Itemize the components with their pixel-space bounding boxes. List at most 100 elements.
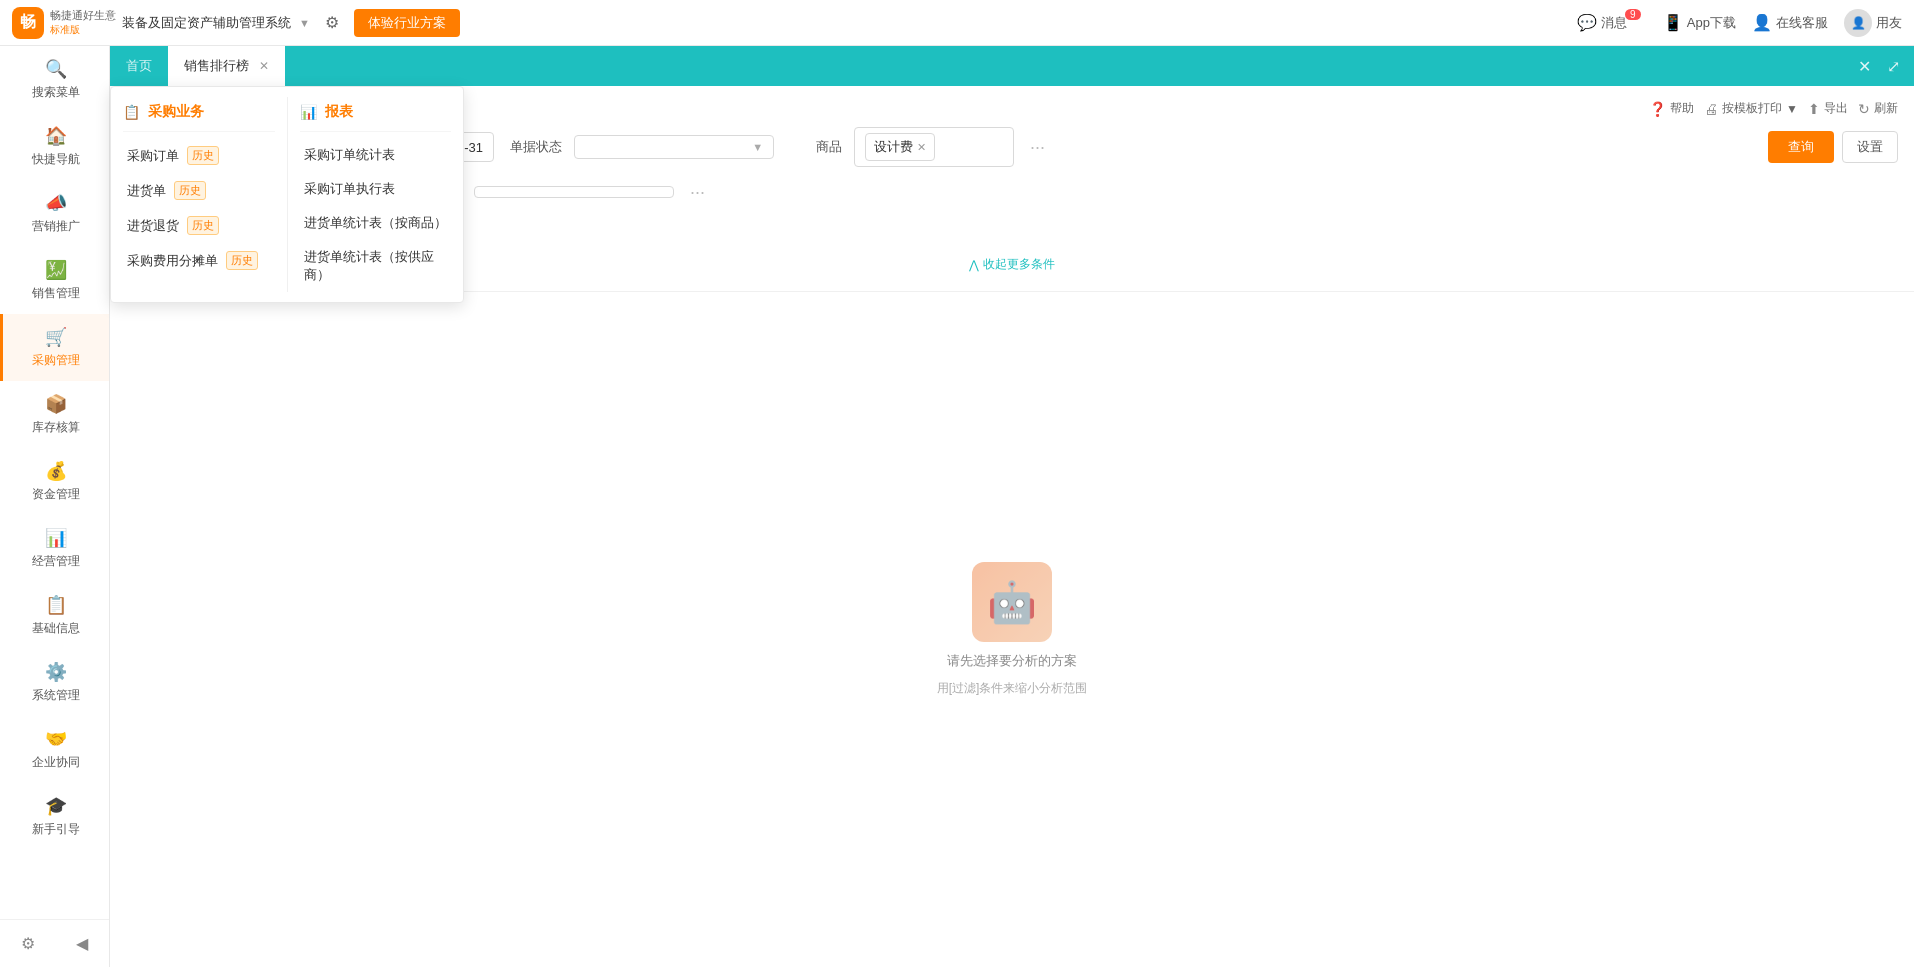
search-icon: 🔍 <box>45 58 67 80</box>
logo-badge: 标准版 <box>50 23 116 37</box>
purchase-expense-item[interactable]: 采购费用分摊单 历史 <box>123 243 275 278</box>
settings-btn[interactable]: ⚙ <box>13 930 43 957</box>
history-badge-0: 历史 <box>187 146 219 165</box>
status-dropdown-icon: ▼ <box>752 141 763 153</box>
purchase-inbound-label: 进货单 <box>127 182 166 200</box>
purchase-inbound-item[interactable]: 进货单 历史 <box>123 173 275 208</box>
print-icon: 🖨 <box>1704 101 1718 117</box>
purchase-business-icon: 📋 <box>123 104 140 120</box>
export-label: 导出 <box>1824 100 1848 117</box>
search-btn[interactable]: 查询 <box>1768 131 1834 163</box>
sys-dropdown-icon[interactable]: ▼ <box>299 17 310 29</box>
logo: 畅 畅捷通好生意 标准版 <box>12 7 122 39</box>
purchase-return-item[interactable]: 进货退货 历史 <box>123 208 275 243</box>
reports-title: 报表 <box>325 103 353 121</box>
tab-close-icon[interactable]: ✕ <box>259 59 269 73</box>
print-dropdown-icon[interactable]: ▼ <box>1786 102 1798 116</box>
reports-col: 📊 报表 采购订单统计表 采购订单执行表 进货单统计表（按商品） 进货单统计表（… <box>287 97 464 292</box>
sidebar-item-guide[interactable]: 🎓 新手引导 <box>0 783 109 850</box>
report-inbound-supplier-label: 进货单统计表（按供应商） <box>304 248 448 284</box>
logo-icon: 畅 <box>12 7 44 39</box>
topbar: 畅 畅捷通好生意 标准版 装备及固定资产辅助管理系统 ▼ ⚙ 体验行业方案 💬 … <box>0 0 1914 46</box>
tab-sales-rank-label: 销售排行榜 <box>184 57 249 75</box>
goods-filter-input[interactable]: 设计费 ✕ <box>854 127 1014 167</box>
marketing-icon: 📣 <box>45 192 67 214</box>
collapse-arrow-icon: ⋀ <box>969 258 979 272</box>
status-filter-input[interactable]: ▼ <box>574 135 774 159</box>
tab-home[interactable]: 首页 <box>110 46 168 86</box>
purchase-business-col: 📋 采购业务 采购订单 历史 进货单 历史 进货退货 历史 采购费用分摊单 历史 <box>111 97 287 292</box>
sidebar-item-system[interactable]: ⚙️ 系统管理 <box>0 649 109 716</box>
sidebar-item-quick-nav[interactable]: 🏠 快捷导航 <box>0 113 109 180</box>
system-icon: ⚙️ <box>45 661 67 683</box>
sidebar-item-label: 企业协同 <box>32 754 80 771</box>
reports-header: 📊 报表 <box>300 97 452 132</box>
print-label: 按模板打印 <box>1722 100 1782 117</box>
report-order-exec-item[interactable]: 采购订单执行表 <box>300 172 452 206</box>
sidebar-item-sales[interactable]: 💹 销售管理 <box>0 247 109 314</box>
tab-sales-rank[interactable]: 销售排行榜 ✕ <box>168 46 285 86</box>
app-download-label: App下载 <box>1687 14 1736 32</box>
settings-btn[interactable]: 设置 <box>1842 131 1898 163</box>
tab-close-action[interactable]: ✕ <box>1854 53 1875 80</box>
goods-tag-remove[interactable]: ✕ <box>917 141 926 154</box>
sidebar-item-label: 基础信息 <box>32 620 80 637</box>
sidebar-item-label: 经营管理 <box>32 553 80 570</box>
status-filter-label: 单据状态 <box>506 138 562 156</box>
refresh-btn[interactable]: ↻ 刷新 <box>1858 100 1898 117</box>
industry-btn[interactable]: 体验行业方案 <box>354 9 460 37</box>
sidebar-item-operation[interactable]: 📊 经营管理 <box>0 515 109 582</box>
sidebar-item-label: 新手引导 <box>32 821 80 838</box>
user-menu[interactable]: 👤 用友 <box>1844 9 1902 37</box>
collapse-label: 收起更多条件 <box>983 256 1055 273</box>
logo-text: 畅捷通好生意 <box>50 8 116 22</box>
tab-expand-action[interactable]: ⤢ <box>1883 53 1904 80</box>
avatar: 👤 <box>1844 9 1872 37</box>
purchase-order-label: 采购订单 <box>127 147 179 165</box>
help-btn[interactable]: ❓ 帮助 <box>1649 100 1694 117</box>
gear-icon[interactable]: ⚙ <box>318 9 346 37</box>
messages-btn[interactable]: 💬 消息 9 <box>1577 13 1647 32</box>
goods-tag-label: 设计费 <box>874 138 913 156</box>
salesman-more-dots[interactable]: ··· <box>690 182 705 203</box>
history-badge-3: 历史 <box>226 251 258 270</box>
messages-badge: 9 <box>1625 9 1641 20</box>
sidebar-item-label: 系统管理 <box>32 687 80 704</box>
export-icon: ⬆ <box>1808 101 1820 117</box>
enterprise-icon: 🤝 <box>45 728 67 750</box>
app-download-btn[interactable]: 📱 App下载 <box>1663 13 1736 32</box>
salesman-filter-input[interactable] <box>474 186 674 198</box>
sales-icon: 💹 <box>45 259 67 281</box>
sidebar-item-inventory[interactable]: 📦 库存核算 <box>0 381 109 448</box>
empty-robot-icon: 🤖 <box>972 562 1052 642</box>
goods-more-dots[interactable]: ··· <box>1030 137 1045 158</box>
guide-icon: 🎓 <box>45 795 67 817</box>
report-inbound-supplier-item[interactable]: 进货单统计表（按供应商） <box>300 240 452 292</box>
goods-filter-label: 商品 <box>786 138 842 156</box>
history-badge-1: 历史 <box>174 181 206 200</box>
sys-name[interactable]: 装备及固定资产辅助管理系统 <box>122 14 291 32</box>
purchase-return-label: 进货退货 <box>127 217 179 235</box>
home-icon: 🏠 <box>45 125 67 147</box>
sidebar-item-enterprise[interactable]: 🤝 企业协同 <box>0 716 109 783</box>
report-order-stat-item[interactable]: 采购订单统计表 <box>300 138 452 172</box>
history-badge-2: 历史 <box>187 216 219 235</box>
collapse-btn[interactable]: ◀ <box>68 930 96 957</box>
export-btn[interactable]: ⬆ 导出 <box>1808 100 1848 117</box>
report-inbound-goods-item[interactable]: 进货单统计表（按商品） <box>300 206 452 240</box>
sidebar-item-base[interactable]: 📋 基础信息 <box>0 582 109 649</box>
message-icon: 💬 <box>1577 13 1597 32</box>
topbar-right: 💬 消息 9 📱 App下载 👤 在线客服 👤 用友 <box>1577 9 1902 37</box>
purchase-order-item[interactable]: 采购订单 历史 <box>123 138 275 173</box>
online-service-btn[interactable]: 👤 在线客服 <box>1752 13 1828 32</box>
sidebar-item-marketing[interactable]: 📣 营销推广 <box>0 180 109 247</box>
base-icon: 📋 <box>45 594 67 616</box>
empty-tip2: 用[过滤]条件来缩小分析范围 <box>937 680 1088 697</box>
sidebar-item-label: 营销推广 <box>32 218 80 235</box>
sidebar-item-search[interactable]: 🔍 搜索菜单 <box>0 46 109 113</box>
sidebar-item-purchase[interactable]: 🛒 采购管理 <box>0 314 109 381</box>
print-btn[interactable]: 🖨 按模板打印 ▼ <box>1704 100 1798 117</box>
help-icon: ❓ <box>1649 101 1666 117</box>
refresh-icon: ↻ <box>1858 101 1870 117</box>
sidebar-item-finance[interactable]: 💰 资金管理 <box>0 448 109 515</box>
